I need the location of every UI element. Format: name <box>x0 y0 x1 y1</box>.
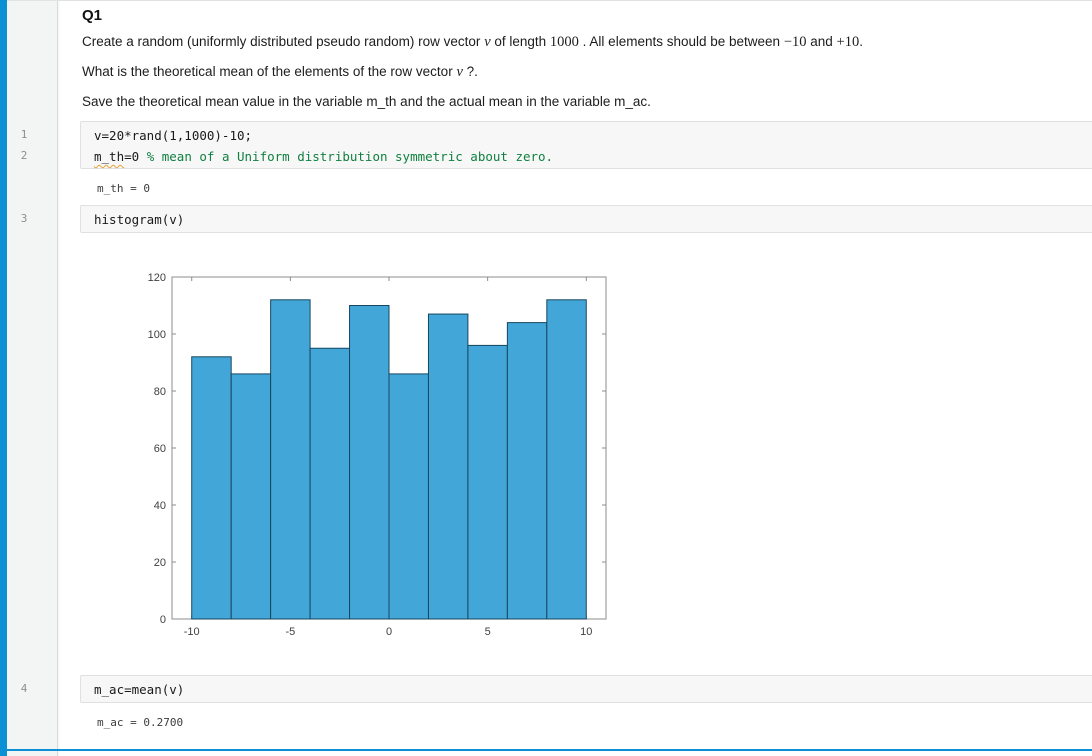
text-segment-plain: Save the theoretical mean value in the v… <box>82 94 651 109</box>
section-title[interactable]: Q1 <box>82 7 102 24</box>
text-segment-code: m_ac=mean(v) <box>94 682 185 697</box>
text-segment-code: =0 <box>124 149 147 164</box>
x-tick-label: 0 <box>386 626 392 638</box>
section-accent-bar <box>0 0 7 756</box>
line-number-3[interactable]: 3 <box>7 212 41 226</box>
text-segment-plain: of length <box>490 34 550 49</box>
text-segment-comment: % mean of a Uniform distribution symmetr… <box>146 149 554 164</box>
line-number-4[interactable]: 4 <box>7 682 41 696</box>
code-line-4[interactable]: m_ac=mean(v) <box>94 679 1092 700</box>
histogram-bar[interactable] <box>467 344 508 620</box>
line-number-gutter <box>7 0 58 756</box>
line-number-2[interactable]: 2 <box>7 149 41 163</box>
output-m-th: m_th = 0 <box>97 182 150 195</box>
x-tick-label: -5 <box>285 626 295 638</box>
histogram-bar[interactable] <box>309 347 351 620</box>
section-break-line <box>7 749 1092 751</box>
x-tick-label: 10 <box>580 626 592 638</box>
question-paragraph-3[interactable]: Save the theoretical mean value in the v… <box>82 93 1072 110</box>
text-segment-plain: and <box>806 34 837 49</box>
histogram-bar[interactable] <box>546 299 587 620</box>
code-line-2[interactable]: m_th=0 % mean of a Uniform distribution … <box>94 146 1092 167</box>
code-block-3[interactable]: m_ac=mean(v) <box>80 675 1092 703</box>
x-tick-label: -10 <box>184 626 200 638</box>
text-segment-math: −10 <box>783 34 807 50</box>
code-block-1[interactable]: v=20*rand(1,1000)-10; m_th=0 % mean of a… <box>80 121 1092 169</box>
text-segment-math: 1000 <box>549 34 579 50</box>
code-line-1[interactable]: v=20*rand(1,1000)-10; <box>94 125 1092 146</box>
histogram-figure[interactable]: -10 -5 0 5 10 0 20 40 60 80 100 120 <box>130 260 640 650</box>
histogram-bar[interactable] <box>427 313 469 620</box>
y-tick-label: 20 <box>154 557 166 569</box>
line-number-1[interactable]: 1 <box>7 128 41 142</box>
y-tick-label: 100 <box>148 329 166 341</box>
histogram-bar[interactable] <box>388 373 429 620</box>
text-segment-plain: What is the theoretical mean of the elem… <box>82 64 457 79</box>
histogram-bar[interactable] <box>191 356 232 620</box>
histogram-bar[interactable] <box>349 305 390 620</box>
text-segment-code: v=20*rand(1,1000)-10; <box>94 128 253 143</box>
y-tick-label: 40 <box>154 500 166 512</box>
y-tick-label: 0 <box>160 614 166 626</box>
text-segment-plain: . <box>859 34 863 49</box>
code-block-2[interactable]: histogram(v) <box>80 205 1092 233</box>
code-line-3[interactable]: histogram(v) <box>94 209 1092 230</box>
text-segment-plain: Create a random (uniformly distributed p… <box>82 34 485 49</box>
y-tick-label: 80 <box>154 386 166 398</box>
histogram-bar[interactable] <box>230 373 272 620</box>
output-m-ac: m_ac = 0.2700 <box>97 716 184 729</box>
question-paragraph-1[interactable]: Create a random (uniformly distributed p… <box>82 33 1072 51</box>
text-segment-codewarn: m_th <box>94 149 125 164</box>
y-tick-label: 60 <box>154 443 166 455</box>
text-segment-plain: ?. <box>462 64 478 79</box>
question-paragraph-2[interactable]: What is the theoretical mean of the elem… <box>82 63 1072 81</box>
histogram-bar[interactable] <box>506 322 548 620</box>
y-tick-label: 120 <box>148 272 166 284</box>
text-segment-code: histogram(v) <box>94 212 185 227</box>
text-segment-plain: . All elements should be between <box>578 34 784 49</box>
histogram-bar[interactable] <box>270 299 311 620</box>
text-segment-math: +10 <box>836 34 860 50</box>
top-boundary-line <box>7 0 1092 1</box>
x-tick-label: 5 <box>485 626 491 638</box>
